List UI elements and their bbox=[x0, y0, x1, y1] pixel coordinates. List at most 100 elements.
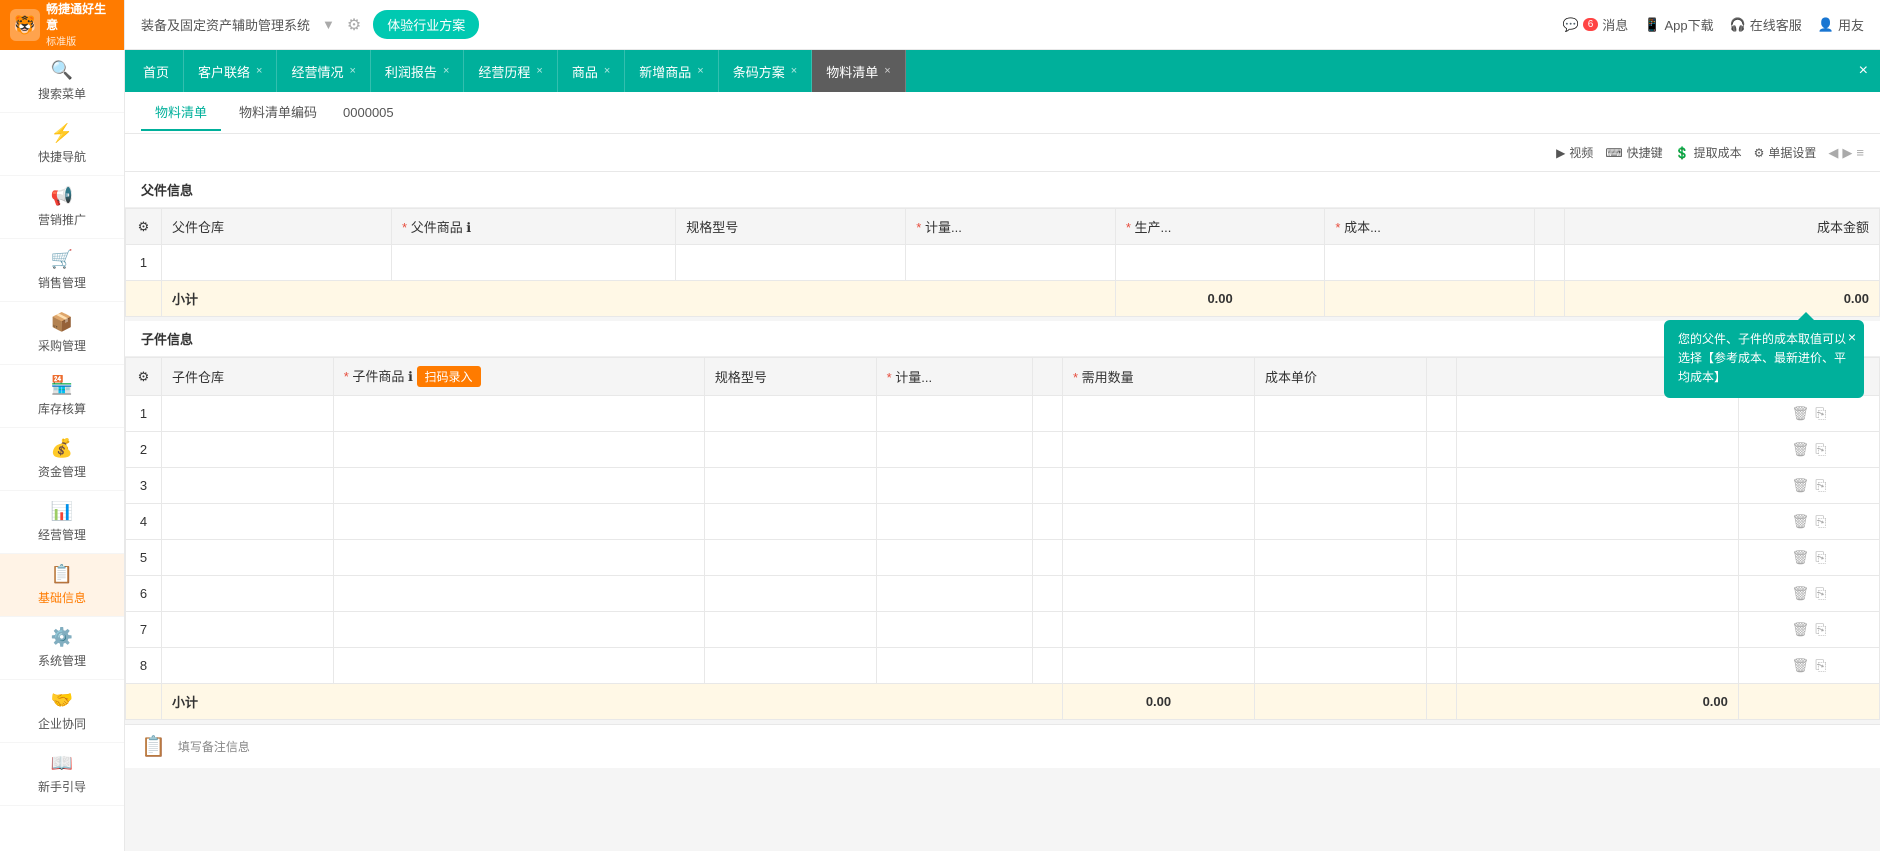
trial-button[interactable]: 体验行业方案 bbox=[373, 10, 479, 39]
child-col-settings[interactable]: ⚙ bbox=[126, 358, 162, 396]
child-warehouse[interactable] bbox=[162, 648, 334, 684]
child-unit-cost[interactable] bbox=[1255, 432, 1427, 468]
copy-icon[interactable]: ⎘ bbox=[1815, 549, 1826, 566]
prev-icon[interactable]: ◀ bbox=[1828, 145, 1838, 161]
list-view-icon[interactable]: ≡ bbox=[1856, 145, 1864, 161]
child-unit-cost[interactable] bbox=[1255, 540, 1427, 576]
scan-input-btn[interactable]: 扫码录入 bbox=[417, 366, 481, 387]
child-spec[interactable] bbox=[704, 540, 876, 576]
child-goods[interactable] bbox=[333, 648, 704, 684]
copy-icon[interactable]: ⎘ bbox=[1815, 621, 1826, 638]
child-goods[interactable] bbox=[333, 504, 704, 540]
copy-icon[interactable]: ⎘ bbox=[1815, 477, 1826, 494]
child-qty[interactable] bbox=[1062, 576, 1254, 612]
child-goods[interactable] bbox=[333, 612, 704, 648]
child-amount[interactable] bbox=[1456, 396, 1738, 432]
single-setting-btn[interactable]: ⚙ 单据设置 bbox=[1754, 144, 1817, 161]
parent-cost-1[interactable] bbox=[1325, 245, 1535, 281]
copy-icon[interactable]: ⎘ bbox=[1815, 513, 1826, 530]
sidebar-item-marketing[interactable]: 📢 营销推广 bbox=[0, 176, 124, 239]
close-all-tabs[interactable]: × bbox=[1851, 62, 1876, 80]
sidebar-item-search[interactable]: 🔍 搜索菜单 bbox=[0, 50, 124, 113]
child-unit-cost[interactable] bbox=[1255, 648, 1427, 684]
sidebar-item-enterprise[interactable]: 🤝 企业协同 bbox=[0, 680, 124, 743]
child-warehouse[interactable] bbox=[162, 576, 334, 612]
child-warehouse[interactable] bbox=[162, 432, 334, 468]
child-amount[interactable] bbox=[1456, 432, 1738, 468]
child-qty[interactable] bbox=[1062, 612, 1254, 648]
child-amount[interactable] bbox=[1456, 504, 1738, 540]
tab-home[interactable]: 首页 bbox=[129, 50, 184, 92]
child-spec[interactable] bbox=[704, 504, 876, 540]
child-qty[interactable] bbox=[1062, 540, 1254, 576]
copy-icon[interactable]: ⎘ bbox=[1815, 405, 1826, 422]
child-unit[interactable] bbox=[876, 648, 1032, 684]
child-warehouse[interactable] bbox=[162, 540, 334, 576]
sidebar-item-sales[interactable]: 🛒 销售管理 bbox=[0, 239, 124, 302]
child-amount[interactable] bbox=[1456, 468, 1738, 504]
sub-tab-list[interactable]: 物料清单 bbox=[141, 94, 221, 131]
shortcut-btn[interactable]: ⌨ 快捷键 bbox=[1605, 144, 1662, 161]
copy-icon[interactable]: ⎘ bbox=[1815, 657, 1826, 674]
delete-icon[interactable]: 🗑 bbox=[1791, 405, 1809, 422]
sidebar-item-finance[interactable]: 💰 资金管理 bbox=[0, 428, 124, 491]
delete-icon[interactable]: 🗑 bbox=[1791, 477, 1809, 494]
tab-op-history[interactable]: 经营历程 × bbox=[464, 50, 557, 92]
child-goods[interactable] bbox=[333, 432, 704, 468]
child-amount[interactable] bbox=[1456, 540, 1738, 576]
parent-spec-1[interactable] bbox=[676, 245, 906, 281]
delete-icon[interactable]: 🗑 bbox=[1791, 513, 1809, 530]
child-unit-cost[interactable] bbox=[1255, 396, 1427, 432]
child-unit[interactable] bbox=[876, 432, 1032, 468]
child-amount[interactable] bbox=[1456, 648, 1738, 684]
tab-goods-close[interactable]: × bbox=[604, 65, 610, 77]
child-unit[interactable] bbox=[876, 504, 1032, 540]
message-group[interactable]: 💬 6 消息 bbox=[1563, 15, 1629, 34]
sidebar-item-inventory[interactable]: 🏪 库存核算 bbox=[0, 365, 124, 428]
user-group[interactable]: 👤 用友 bbox=[1818, 15, 1864, 34]
child-amount[interactable] bbox=[1456, 576, 1738, 612]
child-warehouse[interactable] bbox=[162, 504, 334, 540]
sidebar-item-operation[interactable]: 📊 经营管理 bbox=[0, 491, 124, 554]
parent-col-settings[interactable]: ⚙ bbox=[126, 209, 162, 245]
child-warehouse[interactable] bbox=[162, 396, 334, 432]
parent-amount-1[interactable] bbox=[1564, 245, 1879, 281]
delete-icon[interactable]: 🗑 bbox=[1791, 549, 1809, 566]
sub-tab-barcode-num[interactable]: 物料清单编码 bbox=[225, 94, 331, 131]
tab-new-goods[interactable]: 新增商品 × bbox=[625, 50, 718, 92]
parent-production-1[interactable] bbox=[1115, 245, 1325, 281]
child-qty[interactable] bbox=[1062, 396, 1254, 432]
child-qty[interactable] bbox=[1062, 432, 1254, 468]
child-qty[interactable] bbox=[1062, 504, 1254, 540]
delete-icon[interactable]: 🗑 bbox=[1791, 657, 1809, 674]
tab-customer[interactable]: 客户联络 × bbox=[184, 50, 277, 92]
app-download-group[interactable]: 📱 App下载 bbox=[1644, 15, 1713, 34]
child-spec[interactable] bbox=[704, 648, 876, 684]
service-group[interactable]: 🎧 在线客服 bbox=[1730, 15, 1802, 34]
dropdown-icon[interactable]: ▼ bbox=[322, 17, 335, 32]
child-warehouse[interactable] bbox=[162, 468, 334, 504]
delete-icon[interactable]: 🗑 bbox=[1791, 585, 1809, 602]
child-goods[interactable] bbox=[333, 576, 704, 612]
child-warehouse[interactable] bbox=[162, 612, 334, 648]
tab-bom-close[interactable]: × bbox=[884, 65, 890, 77]
child-unit-cost[interactable] bbox=[1255, 468, 1427, 504]
parent-unit-1[interactable] bbox=[906, 245, 1116, 281]
tab-profit-close[interactable]: × bbox=[443, 65, 449, 77]
child-unit-cost[interactable] bbox=[1255, 504, 1427, 540]
tab-ophistory-close[interactable]: × bbox=[536, 65, 542, 77]
tooltip-close-btn[interactable]: × bbox=[1848, 326, 1856, 348]
child-unit[interactable] bbox=[876, 540, 1032, 576]
child-spec[interactable] bbox=[704, 468, 876, 504]
child-unit[interactable] bbox=[876, 468, 1032, 504]
tab-goods[interactable]: 商品 × bbox=[558, 50, 625, 92]
child-unit[interactable] bbox=[876, 576, 1032, 612]
tab-newgoods-close[interactable]: × bbox=[697, 65, 703, 77]
copy-icon[interactable]: ⎘ bbox=[1815, 441, 1826, 458]
child-unit-cost[interactable] bbox=[1255, 612, 1427, 648]
copy-icon[interactable]: ⎘ bbox=[1815, 585, 1826, 602]
view-video-btn[interactable]: ▶ 视频 bbox=[1556, 144, 1593, 161]
sidebar-item-quick[interactable]: ⚡ 快捷导航 bbox=[0, 113, 124, 176]
parent-goods-1[interactable] bbox=[392, 245, 676, 281]
delete-icon[interactable]: 🗑 bbox=[1791, 621, 1809, 638]
